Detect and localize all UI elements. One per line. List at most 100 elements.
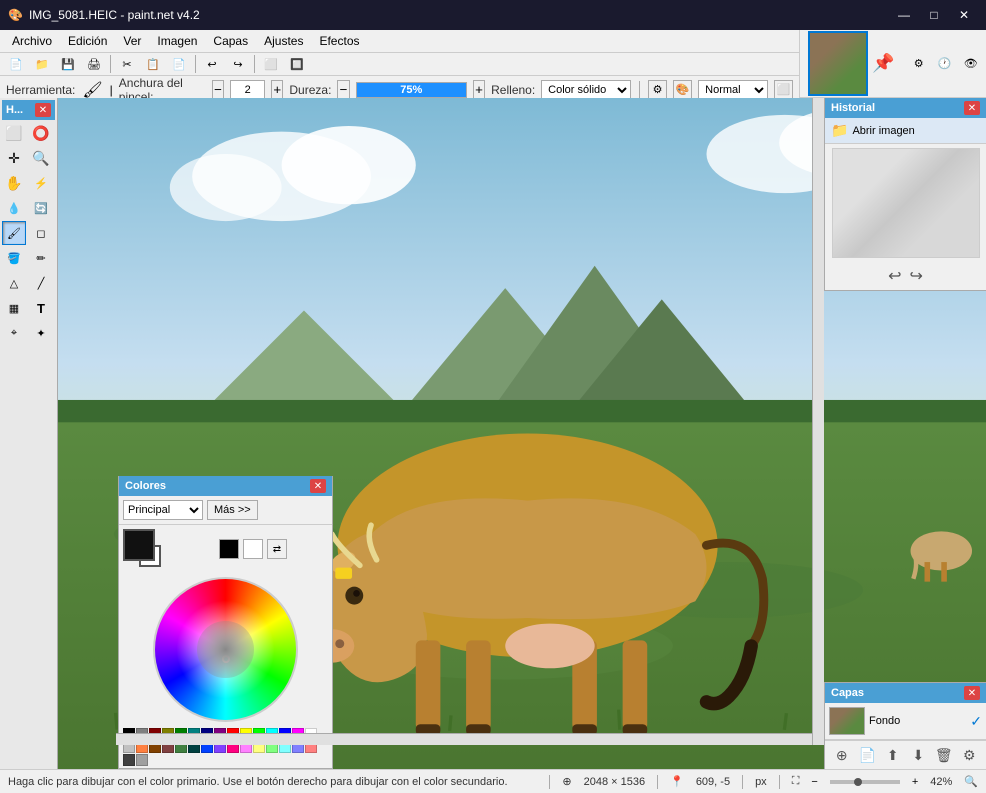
colors-panel-header: Colores ✕ — [119, 476, 332, 496]
line-tool[interactable]: ╱ — [29, 271, 53, 295]
menu-efectos[interactable]: Efectos — [311, 30, 367, 52]
zoom-window-button[interactable]: 🔍 — [964, 775, 978, 788]
pencil-tool[interactable]: ✏ — [29, 246, 53, 270]
duplicate-layer-button[interactable]: 📄 — [857, 745, 877, 765]
new-button[interactable]: 📄 — [4, 53, 28, 75]
history-redo-button[interactable]: ↪ — [910, 266, 923, 286]
maximize-button[interactable]: □ — [920, 5, 948, 25]
eraser-tool[interactable]: ◻ — [29, 221, 53, 245]
layer-properties-button[interactable]: ⚙ — [959, 745, 979, 765]
zoom-thumb[interactable] — [854, 778, 862, 786]
undo-button[interactable]: ↩ — [200, 53, 224, 75]
history-controls: ↩ ↪ — [825, 262, 986, 290]
blend-mode-select[interactable]: Normal Multiplicar Pantalla — [698, 80, 768, 100]
eyedropper-tool[interactable]: 💧 — [2, 196, 26, 220]
custom-shape-tool[interactable]: ⌖ — [2, 321, 26, 345]
canvas-area[interactable]: Historial ✕ 📁 Abrir imagen ↩ ↪ Capas ✕ F — [58, 98, 986, 769]
color-wheel[interactable] — [153, 577, 298, 722]
select-lasso-tool[interactable]: ⭕ — [29, 121, 53, 145]
pan-tool[interactable]: ✋ — [2, 171, 26, 195]
menu-edicion[interactable]: Edición — [60, 30, 115, 52]
layers-panel-header: Capas ✕ — [825, 683, 986, 703]
brush-increment[interactable]: + — [271, 80, 283, 100]
hardness-increment[interactable]: + — [473, 80, 485, 100]
palette-color-swatch[interactable] — [136, 754, 148, 766]
paste-button[interactable]: 📄 — [167, 53, 191, 75]
history-item[interactable]: 📁 Abrir imagen — [825, 118, 986, 144]
palette-color-swatch[interactable] — [123, 754, 135, 766]
eye-btn[interactable]: 👁 — [959, 53, 983, 75]
move-tool[interactable]: ✛ — [2, 146, 26, 170]
colors-close-button[interactable]: ✕ — [310, 479, 326, 493]
settings-btn[interactable]: ⚙ — [907, 53, 931, 75]
vertical-scrollbar[interactable] — [812, 98, 824, 745]
move-layer-down-button[interactable]: ⬇ — [908, 745, 928, 765]
history-undo-button[interactable]: ↩ — [888, 266, 901, 286]
menu-archivo[interactable]: Archivo — [4, 30, 60, 52]
brush-size-input[interactable] — [230, 80, 265, 100]
right-toolbar: ⚙ 🕐 👁 ❓ — [903, 30, 986, 97]
hardness-decrement[interactable]: − — [337, 80, 349, 100]
open-button[interactable]: 📁 — [30, 53, 54, 75]
blend-color-btn[interactable]: 🎨 — [673, 80, 692, 100]
title-bar-controls: — □ ✕ — [890, 5, 978, 25]
menu-ajustes[interactable]: Ajustes — [256, 30, 311, 52]
color-channel-select[interactable]: Principal Secundario — [123, 500, 203, 520]
blend-icon-btn[interactable]: ⚙ — [648, 80, 667, 100]
select-rect-tool[interactable]: ⬜ — [2, 121, 26, 145]
add-layer-button[interactable]: ⊕ — [832, 745, 852, 765]
paint-bucket-tool[interactable]: 🪣 — [2, 246, 26, 270]
colors-more-button[interactable]: Más >> — [207, 500, 258, 520]
gradient-tool[interactable]: ▦ — [2, 296, 26, 320]
menu-bar: Archivo Edición Ver Imagen Capas Ajustes… — [0, 30, 799, 53]
magic-wand-tool[interactable]: ⚡ — [29, 171, 53, 195]
colors-header-row: Principal Secundario Más >> — [119, 496, 332, 525]
cut-button[interactable]: ✂ — [115, 53, 139, 75]
layer-visible-check[interactable]: ✓ — [970, 713, 982, 730]
toolbox-close-button[interactable]: ✕ — [35, 103, 51, 117]
redo-button[interactable]: ↪ — [226, 53, 250, 75]
opacity-btn[interactable]: ⬜ — [774, 80, 793, 100]
white-swatch[interactable] — [243, 539, 263, 559]
print-button[interactable]: 🖨 — [82, 53, 106, 75]
menu-ver[interactable]: Ver — [115, 30, 149, 52]
black-swatch[interactable] — [219, 539, 239, 559]
move-layer-up-button[interactable]: ⬆ — [883, 745, 903, 765]
zoom-out-button[interactable]: − — [811, 776, 817, 788]
swap-colors-button[interactable]: ⇄ — [267, 539, 287, 559]
special-tool[interactable]: ✦ — [29, 321, 53, 345]
zoom-in-button[interactable]: + — [912, 776, 918, 788]
close-button[interactable]: ✕ — [950, 5, 978, 25]
layer-row[interactable]: Fondo ✓ — [825, 703, 986, 740]
menu-imagen[interactable]: Imagen — [149, 30, 205, 52]
hardness-bar[interactable]: 75% — [356, 82, 467, 98]
zoom-tool[interactable]: 🔍 — [29, 146, 53, 170]
recolor-tool[interactable]: 🔄 — [29, 196, 53, 220]
image-thumbnail[interactable] — [808, 31, 868, 96]
horizontal-scrollbar[interactable] — [116, 733, 812, 745]
brush-tool[interactable]: 🖌 — [2, 221, 26, 245]
menu-capas[interactable]: Capas — [205, 30, 256, 52]
shapes-tool[interactable]: △ — [2, 271, 26, 295]
delete-layer-button[interactable]: 🗑 — [934, 745, 954, 765]
layer-name: Fondo — [869, 715, 966, 727]
crop-button[interactable]: ⬜ — [259, 53, 283, 75]
fill-mode-select[interactable]: Color sólido Sin relleno Degradado — [541, 80, 631, 100]
save-button[interactable]: 💾 — [56, 53, 80, 75]
primary-color-swatch[interactable] — [123, 529, 155, 561]
thumbnail-area: 📌 — [799, 30, 902, 97]
text-tool[interactable]: T — [29, 296, 53, 320]
history-close-button[interactable]: ✕ — [964, 101, 980, 115]
copy-button[interactable]: 📋 — [141, 53, 165, 75]
toolbox-header[interactable]: H... ✕ — [2, 100, 55, 120]
zoom-slider[interactable] — [830, 780, 900, 784]
minimize-button[interactable]: — — [890, 5, 918, 25]
resize-button[interactable]: 🔲 — [285, 53, 309, 75]
sep3 — [254, 55, 255, 73]
layers-close-button[interactable]: ✕ — [964, 686, 980, 700]
thumbnail-pin-icon[interactable]: 📌 — [872, 53, 894, 74]
clock-btn[interactable]: 🕐 — [933, 53, 957, 75]
brush-decrement[interactable]: − — [212, 80, 224, 100]
zoom-bar[interactable] — [830, 780, 900, 784]
status-sep4 — [779, 775, 780, 789]
